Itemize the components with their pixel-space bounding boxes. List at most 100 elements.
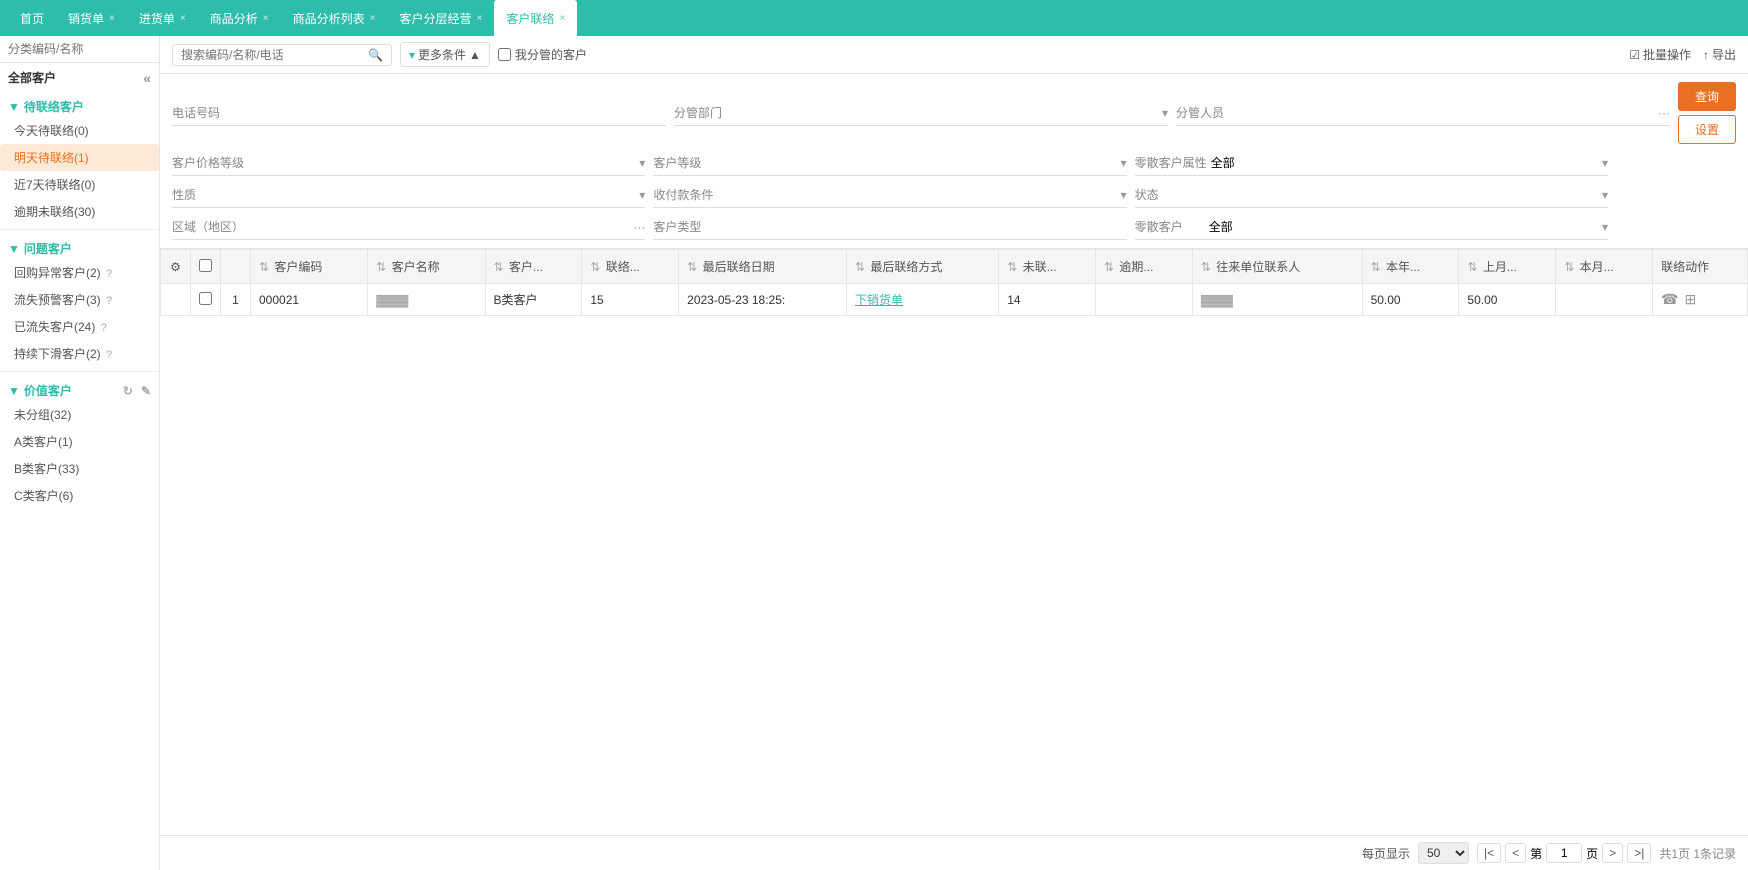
select-all-checkbox[interactable] <box>199 259 212 272</box>
filter-branch-person: 分管人员 ··· <box>1176 100 1670 126</box>
page-size-select[interactable]: 50 100 200 <box>1418 842 1469 864</box>
next-page-btn[interactable]: > <box>1602 843 1623 863</box>
action-qr-icon[interactable]: ⊞ <box>1685 291 1697 308</box>
sidebar-item-class-c[interactable]: C类客户(6) <box>0 482 159 509</box>
sidebar-item-today[interactable]: 今天待联络(0) <box>0 117 159 144</box>
nav-purchase[interactable]: 进货单 × <box>127 0 198 36</box>
th-date-sort-icon: ⇅ <box>687 260 697 274</box>
sidebar-item-tomorrow[interactable]: 明天待联络(1) <box>0 144 159 171</box>
th-name: ⇅ 客户名称 <box>368 250 485 284</box>
sidebar-item-ungrouped[interactable]: 未分组(32) <box>0 401 159 428</box>
branch-dept-arrow[interactable]: ▾ <box>1162 106 1168 120</box>
nav-customer-contact[interactable]: 客户联络 × <box>494 0 577 36</box>
filter-price-level[interactable]: 客户价格等级 ▾ <box>172 150 645 176</box>
sidebar-item-lost[interactable]: 已流失客户(24) ? <box>0 313 159 340</box>
page-input[interactable] <box>1546 843 1582 863</box>
nav-home[interactable]: 首页 <box>8 0 56 36</box>
filter-customer-level[interactable]: 客户等级 ▾ <box>653 150 1126 176</box>
gear-icon[interactable]: ⚙ <box>170 260 181 274</box>
row-unit-contact: ▓▓▓▓ <box>1192 284 1362 316</box>
query-button[interactable]: 查询 <box>1678 82 1736 111</box>
row-last-contact-method: 下销货单 <box>846 284 998 316</box>
th-this-year: ⇅ 本年... <box>1362 250 1459 284</box>
filter-row-3: 性质 ▾ 收付款条件 ▾ 状态 ▾ <box>172 182 1736 208</box>
th-contact-sort-icon: ⇅ <box>590 260 600 274</box>
filter-more-btn[interactable]: ▾ 更多条件 ▲ <box>400 42 490 67</box>
sidebar-item-near7days[interactable]: 近7天待联络(0) <box>0 171 159 198</box>
nav-goods-analysis[interactable]: 商品分析 × <box>198 0 281 36</box>
th-checkbox <box>191 250 221 284</box>
filter-retail-attr[interactable]: 零散客户属性 全部 ▾ <box>1135 150 1608 176</box>
page-label: 第 <box>1530 845 1542 862</box>
close-purchase-icon[interactable]: × <box>180 13 186 24</box>
status-arrow[interactable]: ▾ <box>1602 188 1608 202</box>
sidebar-divider-2 <box>0 371 159 372</box>
th-type: ⇅ 客户... <box>485 250 582 284</box>
close-customer-tier-icon[interactable]: × <box>476 13 482 24</box>
th-unit-contact: ⇅ 往来单位联系人 <box>1192 250 1362 284</box>
my-customers-check[interactable] <box>498 48 511 61</box>
close-customer-contact-icon[interactable]: × <box>559 13 565 24</box>
payment-arrow[interactable]: ▾ <box>1121 188 1127 202</box>
filter-btn-group: 查询 设置 <box>1678 82 1736 144</box>
row-select-checkbox[interactable] <box>199 292 212 305</box>
sidebar-collapse-icon[interactable]: « <box>143 70 151 86</box>
customer-level-arrow[interactable]: ▾ <box>1121 156 1127 170</box>
row-this-month <box>1556 284 1653 316</box>
gender-arrow[interactable]: ▾ <box>639 188 645 202</box>
my-customers-checkbox: 我分管的客户 <box>498 46 587 63</box>
sidebar-pending-group: ▼ 待联络客户 <box>0 92 159 117</box>
set-button[interactable]: 设置 <box>1678 115 1736 144</box>
nav-sales[interactable]: 销货单 × <box>56 0 127 36</box>
first-page-btn[interactable]: |< <box>1477 843 1501 863</box>
retail-attr-arrow[interactable]: ▾ <box>1602 156 1608 170</box>
close-goods-list-icon[interactable]: × <box>370 13 376 24</box>
filter-payment[interactable]: 收付款条件 ▾ <box>653 182 1126 208</box>
th-type-sort-icon: ⇅ <box>494 260 504 274</box>
table-row: 1 000021 ▓▓▓▓ B类客户 15 <box>161 284 1748 316</box>
filter-gender[interactable]: 性质 ▾ <box>172 182 645 208</box>
sidebar-item-repurchase-abnormal[interactable]: 回购异常客户(2) ? <box>0 259 159 286</box>
prev-page-btn[interactable]: < <box>1505 843 1526 863</box>
filter-retail[interactable]: 零散客户 全部 ▾ <box>1135 214 1608 240</box>
th-code: ⇅ 客户编码 <box>251 250 368 284</box>
th-last-contact-date: ⇅ 最后联络日期 <box>679 250 847 284</box>
price-level-arrow[interactable]: ▾ <box>639 156 645 170</box>
th-method-sort-icon: ⇅ <box>855 260 865 274</box>
bulk-btn[interactable]: ☑ 批量操作 <box>1629 46 1691 63</box>
filter-customer-type[interactable]: 客户类型 <box>653 214 1126 240</box>
nav-goods-analysis-list[interactable]: 商品分析列表 × <box>281 0 388 36</box>
sidebar-item-loss-warning[interactable]: 流失预警客户(3) ? <box>0 286 159 313</box>
row-uncontacted: 14 <box>999 284 1096 316</box>
row-type: B类客户 <box>485 284 582 316</box>
action-phone-icon[interactable]: ☎ <box>1661 291 1678 308</box>
row-contact-method-link[interactable]: 下销货单 <box>855 293 903 307</box>
filter-status[interactable]: 状态 ▾ <box>1135 182 1608 208</box>
region-dots[interactable]: ··· <box>633 220 645 234</box>
nav-customer-tier[interactable]: 客户分层经营 × <box>387 0 494 36</box>
action-icons-group: ☎ ⊞ <box>1661 291 1739 308</box>
sidebar-item-overdue[interactable]: 逾期未联络(30) <box>0 198 159 225</box>
search-icon[interactable]: 🔍 <box>368 48 383 62</box>
retail-arrow[interactable]: ▾ <box>1602 220 1608 234</box>
close-sales-icon[interactable]: × <box>109 13 115 24</box>
sidebar-item-class-b[interactable]: B类客户(33) <box>0 455 159 482</box>
value-group-edit-icon[interactable]: ✎ <box>141 384 151 398</box>
sidebar-item-continuous-decline[interactable]: 持续下滑客户(2) ? <box>0 340 159 367</box>
sidebar-all-customers[interactable]: 全部客户 « <box>0 63 159 92</box>
close-goods-analysis-icon[interactable]: × <box>263 13 269 24</box>
filter-chevron-icon: ▲ <box>469 48 481 62</box>
toolbar: 🔍 ▾ 更多条件 ▲ 我分管的客户 ☑ 批量操作 ↑ 导出 <box>160 36 1748 74</box>
row-last-month: 50.00 <box>1459 284 1556 316</box>
sidebar-search-input[interactable] <box>8 42 160 56</box>
filter-branch-dept[interactable]: 分管部门 ▾ <box>674 100 1168 126</box>
branch-person-dots[interactable]: ··· <box>1658 106 1670 120</box>
last-page-btn[interactable]: >| <box>1627 843 1651 863</box>
export-btn[interactable]: ↑ 导出 <box>1703 46 1736 63</box>
filter-row-1: 电话号码 分管部门 ▾ 分管人员 ··· 查询 设置 <box>172 82 1736 144</box>
filter-region[interactable]: 区域（地区） ··· <box>172 214 645 240</box>
sidebar-item-class-a[interactable]: A类客户(1) <box>0 428 159 455</box>
table-header-row: ⚙ ⇅ 客户编码 ⇅ 客户名称 <box>161 250 1748 284</box>
search-input[interactable] <box>181 48 364 62</box>
value-group-refresh-icon[interactable]: ↻ <box>123 384 133 398</box>
